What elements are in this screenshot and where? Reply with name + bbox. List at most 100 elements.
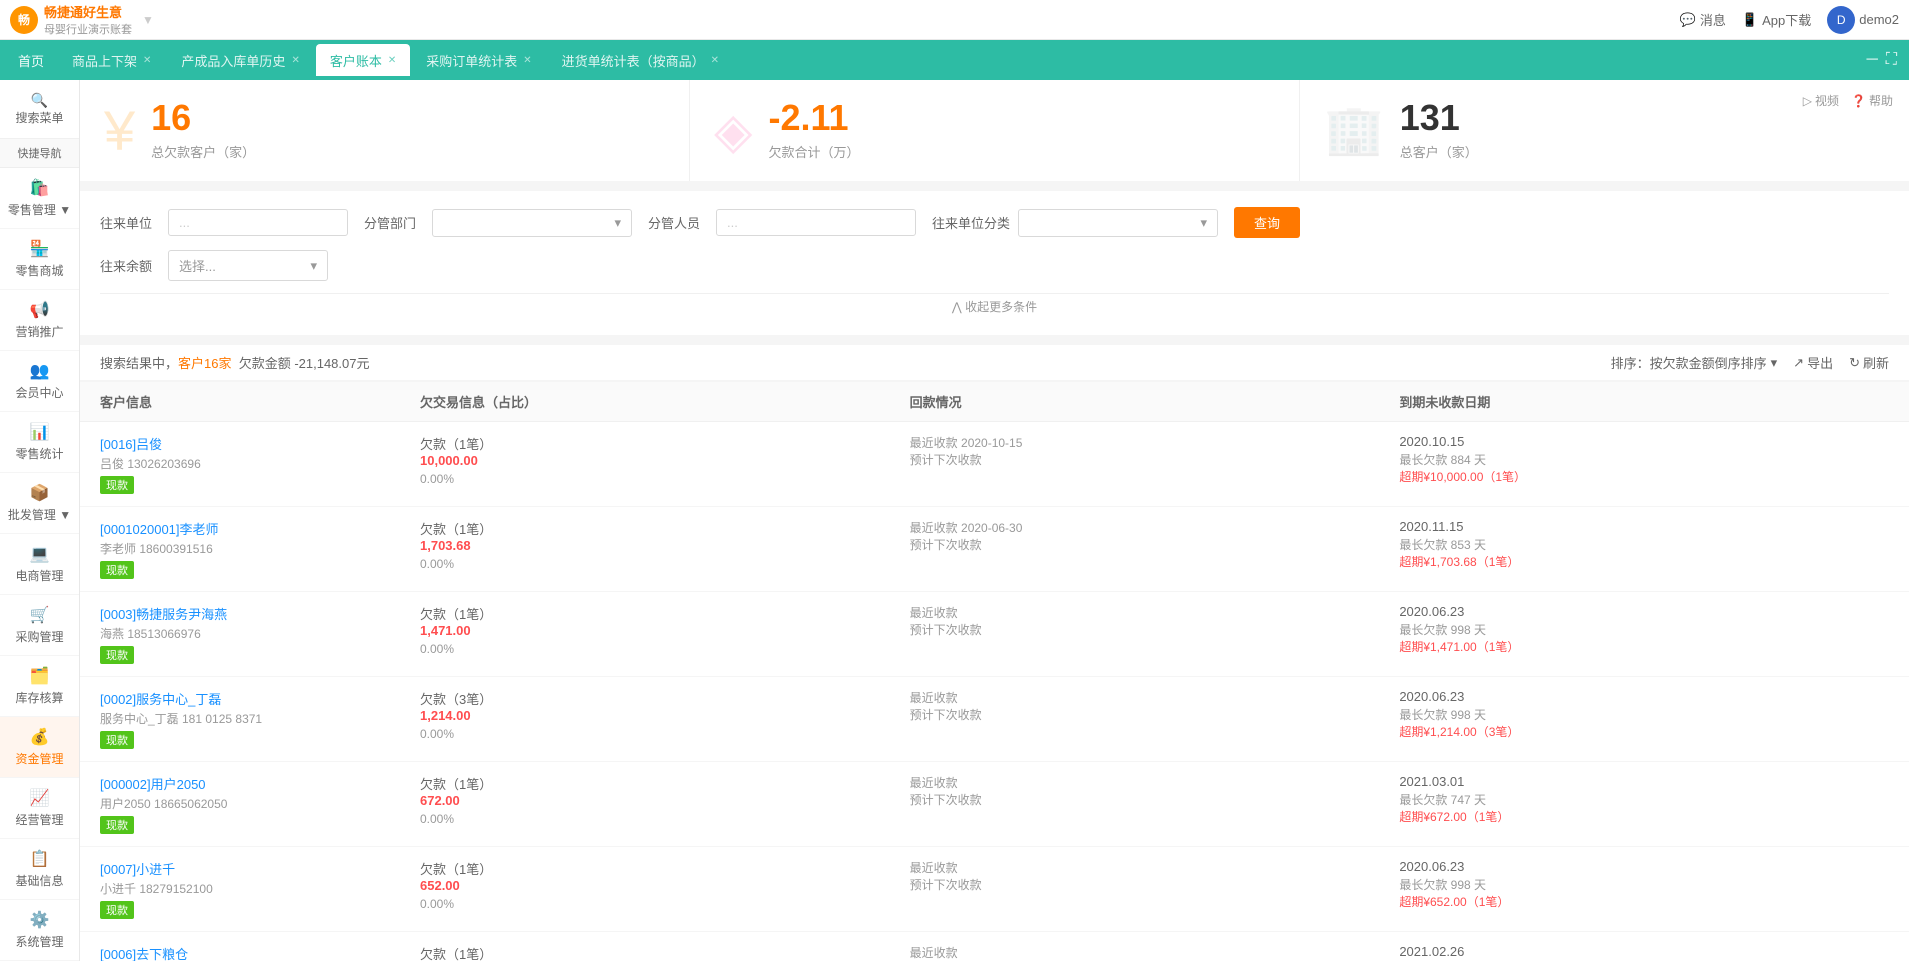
sidebar: 🔍 搜索菜单 快捷导航 🛍️ 零售管理 ▼ 🏪 零售商城 📢 营销推广 👥 会员… (0, 80, 80, 961)
unit-type-label: 往来单位分类 (932, 213, 1010, 232)
stat-label-customers: 总欠款客户（家） (151, 142, 255, 161)
brand-name: 畅捷通好生意 (44, 2, 132, 21)
sidebar-item-ecommerce[interactable]: 💻 电商管理 (0, 534, 79, 595)
results-info: 搜索结果中，客户16家 欠款金额 -21,148.07元 (100, 353, 369, 372)
tab-close-product[interactable]: ✕ (143, 55, 151, 66)
sidebar-search-area: 🔍 搜索菜单 (0, 80, 79, 139)
customer-tag-4: 现款 (100, 731, 134, 749)
debt-cell-1: 欠款（1笔） 10,000.00 0.00% (420, 434, 910, 486)
tab-product-shelf[interactable]: 商品上下架 ✕ (58, 44, 165, 76)
due-date-7: 2021.02.26 (1399, 944, 1889, 959)
recover-cell-7: 最近收款 预计下次收款 (910, 944, 1400, 961)
inventory-icon: 🗂️ (4, 666, 75, 686)
debt-amount-6: 652.00 (420, 878, 910, 893)
source-unit-input[interactable]: ... (168, 209, 348, 236)
marketing-icon: 📢 (4, 300, 75, 320)
tab-home[interactable]: 首页 (4, 44, 58, 76)
sidebar-item-purchase[interactable]: 🛒 采购管理 (0, 595, 79, 656)
customer-phone-2: 李老师 18600391516 (100, 540, 420, 557)
logo-area: 畅 畅捷通好生意 母婴行业演示账套 ▼ (10, 2, 190, 37)
debt-count-1: 欠款（1笔） (420, 434, 910, 453)
recover-cell-2: 最近收款 2020-06-30 预计下次收款 (910, 519, 1400, 553)
due-cell-2: 2020.11.15 最长欠款 853 天 超期¥1,703.68（1笔） (1399, 519, 1889, 570)
sidebar-item-batch-mgmt[interactable]: 📦 批发管理 ▼ (0, 473, 79, 534)
sidebar-item-finance[interactable]: 💰 资金管理 (0, 717, 79, 778)
overdue-link-1[interactable]: 超期¥10,000.00（1笔） (1399, 468, 1889, 485)
debt-amount-5: 672.00 (420, 793, 910, 808)
overdue-days-3: 最长欠款 998 天 (1399, 621, 1889, 638)
tab-close-purchase[interactable]: ✕ (523, 55, 531, 66)
overdue-days-1: 最长欠款 884 天 (1399, 451, 1889, 468)
refresh-btn[interactable]: ↻ 刷新 (1849, 353, 1889, 372)
company-dropdown[interactable]: ▼ (142, 13, 154, 27)
message-btn[interactable]: 💬 消息 (1680, 10, 1726, 29)
tab-minimize-btn[interactable]: ─ (1866, 51, 1877, 69)
overdue-link-3[interactable]: 超期¥1,471.00（1笔） (1399, 638, 1889, 655)
sidebar-item-retail-mgmt[interactable]: 🛍️ 零售管理 ▼ (0, 168, 79, 229)
sidebar-item-marketing[interactable]: 📢 营销推广 (0, 290, 79, 351)
balance-label: 往来余额 (100, 256, 160, 275)
tab-close-customer[interactable]: ✕ (388, 55, 396, 66)
tab-purchase-order[interactable]: 采购订单统计表 ✕ (412, 44, 545, 76)
sidebar-search-btn[interactable]: 🔍 搜索菜单 (8, 88, 71, 130)
sidebar-item-system[interactable]: ⚙️ 系统管理 (0, 900, 79, 961)
sidebar-item-basic-info[interactable]: 📋 基础信息 (0, 839, 79, 900)
sidebar-item-member[interactable]: 👥 会员中心 (0, 351, 79, 412)
video-link[interactable]: ▷ 视频 (1803, 92, 1839, 109)
manager-input[interactable]: ... (716, 209, 916, 236)
customer-name-5[interactable]: [000002]用户2050 (100, 774, 420, 793)
tab-maximize-btn[interactable]: ⛶ (1886, 51, 1897, 69)
overdue-link-2[interactable]: 超期¥1,703.68（1笔） (1399, 553, 1889, 570)
customer-name-4[interactable]: [0002]服务中心_丁磊 (100, 689, 420, 708)
overdue-link-5[interactable]: 超期¥672.00（1笔） (1399, 808, 1889, 825)
filter-row-1: 往来单位 ... 分管部门 ▾ 分管人员 . (100, 207, 1889, 238)
help-icon: ❓ (1851, 94, 1866, 108)
user-menu[interactable]: D demo2 (1827, 6, 1899, 34)
unit-type-select[interactable]: ▾ (1018, 209, 1218, 237)
sidebar-item-retail-mall[interactable]: 🏪 零售商城 (0, 229, 79, 290)
balance-select[interactable]: 选择... ▾ (168, 250, 328, 281)
user-avatar: D (1827, 6, 1855, 34)
tab-close-production[interactable]: ✕ (291, 55, 299, 66)
sort-btn[interactable]: 排序：按欠款金额倒序排序 ▾ (1611, 353, 1778, 372)
recover-label-7: 最近收款 (910, 944, 1400, 961)
debt-cell-3: 欠款（1笔） 1,471.00 0.00% (420, 604, 910, 656)
search-button[interactable]: 查询 (1234, 207, 1300, 238)
recover-cell-5: 最近收款 预计下次收款 (910, 774, 1400, 808)
system-icon: ⚙️ (4, 910, 75, 930)
sidebar-item-ops[interactable]: 📈 经营管理 (0, 778, 79, 839)
customer-tag-6: 现款 (100, 901, 134, 919)
tab-purchase-stats[interactable]: 进货单统计表（按商品） ✕ (548, 44, 733, 76)
sidebar-quick-nav[interactable]: 快捷导航 (0, 139, 79, 168)
tab-customer-account[interactable]: 客户账本 ✕ (316, 44, 410, 76)
sidebar-item-inventory[interactable]: 🗂️ 库存核算 (0, 656, 79, 717)
debt-amount-1: 10,000.00 (420, 453, 910, 468)
next-recover-2: 预计下次收款 (910, 536, 1400, 553)
basic-info-icon: 📋 (4, 849, 75, 869)
app-download-btn[interactable]: 📱 App下载 (1742, 10, 1811, 29)
customer-name-1[interactable]: [0016]吕俊 (100, 434, 420, 453)
customer-cell-3: [0003]畅捷服务尹海燕 海燕 18513066976 现款 (100, 604, 420, 664)
overdue-link-4[interactable]: 超期¥1,214.00（3笔） (1399, 723, 1889, 740)
sidebar-item-retail-stats[interactable]: 📊 零售统计 (0, 412, 79, 473)
tab-close-stats[interactable]: ✕ (711, 55, 719, 66)
customer-name-6[interactable]: [0007]小进千 (100, 859, 420, 878)
customer-name-3[interactable]: [0003]畅捷服务尹海燕 (100, 604, 420, 623)
tab-production-history[interactable]: 产成品入库单历史 ✕ (167, 44, 313, 76)
dept-select[interactable]: ▾ (432, 209, 632, 237)
sort-label: 排序：按欠款金额倒序排序 (1611, 353, 1767, 372)
due-date-5: 2021.03.01 (1399, 774, 1889, 789)
customer-name-7[interactable]: [0006]去下粮仓 (100, 944, 420, 961)
unit-type-dropdown-icon: ▾ (1200, 215, 1207, 231)
stat-card-customers: ¥ 16 总欠款客户（家） (80, 80, 690, 181)
balance-dropdown-icon: ▾ (310, 258, 317, 274)
help-link[interactable]: ❓ 帮助 (1851, 92, 1893, 109)
collapse-btn[interactable]: ⋀ 收起更多条件 (100, 293, 1889, 319)
source-unit-label: 往来单位 (100, 213, 160, 232)
customer-cell-4: [0002]服务中心_丁磊 服务中心_丁磊 181 0125 8371 现款 (100, 689, 420, 749)
due-cell-5: 2021.03.01 最长欠款 747 天 超期¥672.00（1笔） (1399, 774, 1889, 825)
overdue-link-6[interactable]: 超期¥652.00（1笔） (1399, 893, 1889, 910)
customer-name-2[interactable]: [0001020001]李老师 (100, 519, 420, 538)
debt-amount-4: 1,214.00 (420, 708, 910, 723)
export-btn[interactable]: ↗ 导出 (1793, 353, 1833, 372)
